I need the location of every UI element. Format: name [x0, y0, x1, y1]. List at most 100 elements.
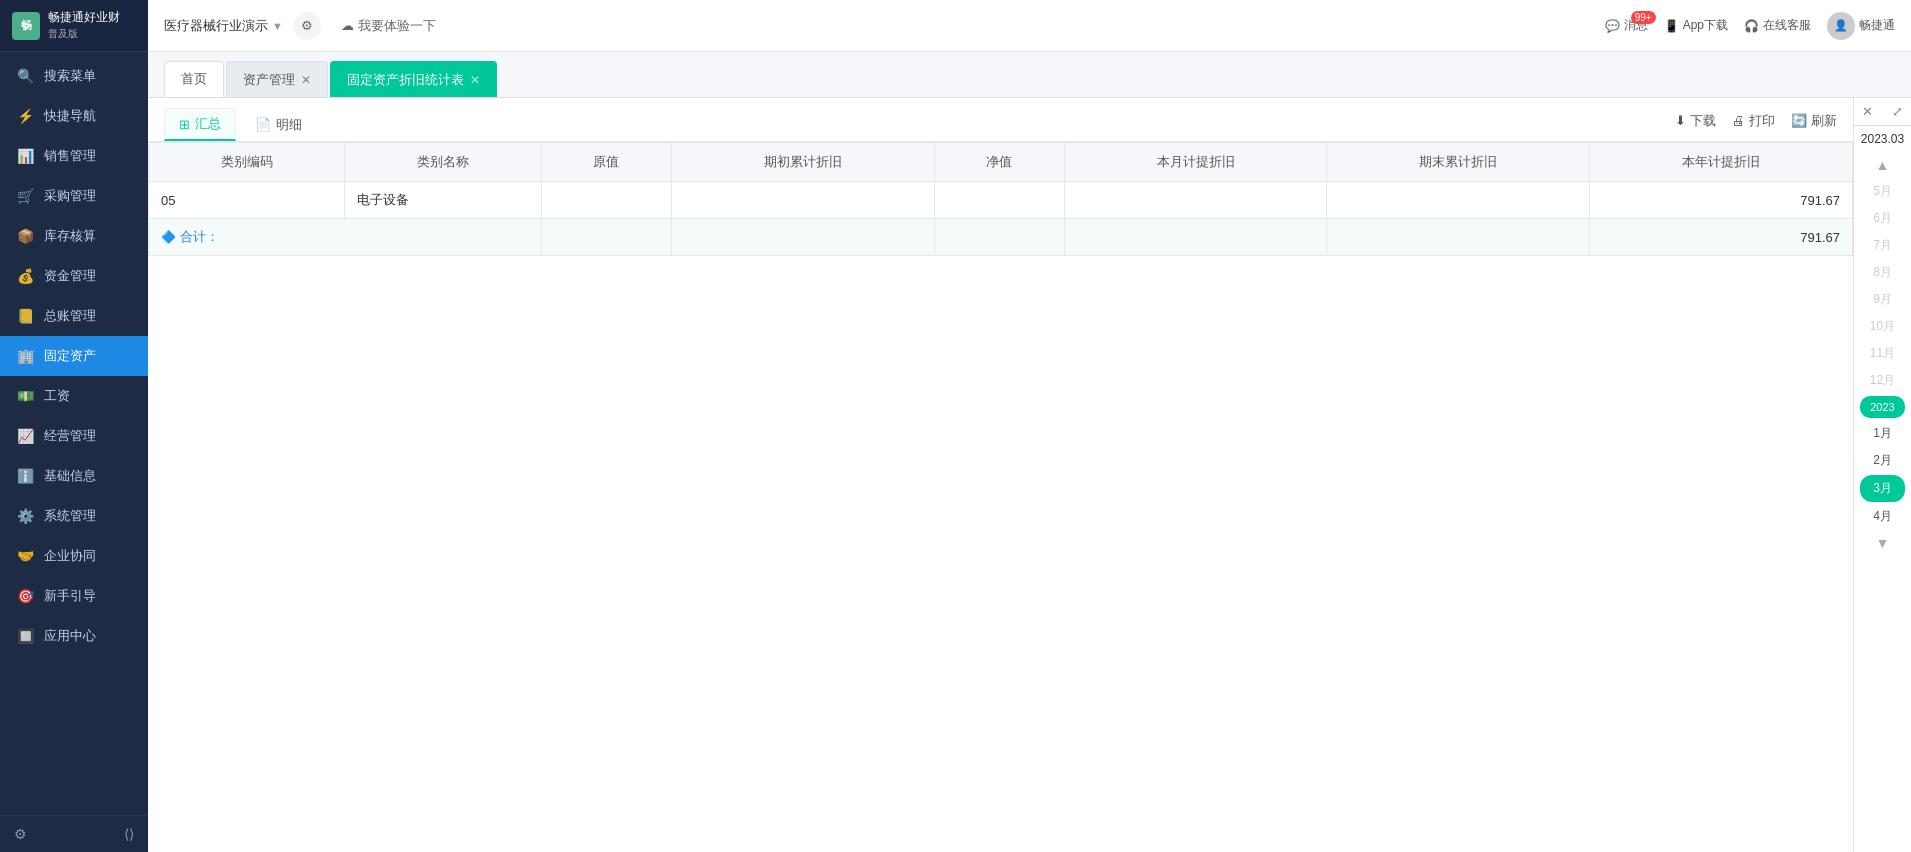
sidebar-item-sales[interactable]: 📊 销售管理 — [0, 136, 148, 176]
close-tab-depreciation[interactable]: ✕ — [470, 73, 480, 87]
col-net-value: 净值 — [934, 143, 1064, 182]
depreciation-tab-label: 固定资产折旧统计表 — [347, 71, 464, 89]
app-download-label: App下载 — [1683, 17, 1728, 34]
sidebar-item-label: 经营管理 — [44, 427, 96, 445]
month-item[interactable]: 8月 — [1854, 259, 1911, 286]
month-item[interactable]: 12月 — [1854, 367, 1911, 394]
app-download-button[interactable]: 📱 App下载 — [1664, 17, 1728, 34]
row-original — [541, 182, 671, 219]
logo-name: 畅捷通好业财 — [48, 10, 120, 26]
print-icon: 🖨 — [1732, 113, 1745, 128]
summary-icon: ⊞ — [179, 117, 190, 132]
detail-label: 明细 — [276, 116, 302, 134]
settings-icon[interactable]: ⚙ — [14, 826, 27, 842]
col-original: 原值 — [541, 143, 671, 182]
sidebar-item-label: 系统管理 — [44, 507, 96, 525]
sidebar-item-operations[interactable]: 📈 经营管理 — [0, 416, 148, 456]
operations-icon: 📈 — [16, 427, 34, 445]
topbar-settings-button[interactable]: ⚙ — [293, 12, 321, 40]
chevron-down-icon: ▼ — [272, 20, 283, 32]
experience-button[interactable]: ☁ 我要体验一下 — [341, 17, 436, 35]
sub-tabs-left: ⊞ 汇总 📄 明细 — [164, 108, 317, 141]
month-item[interactable]: 6月 — [1854, 205, 1911, 232]
purchase-icon: 🛒 — [16, 187, 34, 205]
table-header-row: 类别编码 类别名称 原值 期初累计折旧 净值 本月计提折旧 期末累计折旧 本年计… — [149, 143, 1853, 182]
col-period-accum: 期初累计折旧 — [671, 143, 934, 182]
sub-tab-detail[interactable]: 📄 明细 — [240, 108, 317, 141]
sidebar-item-basics[interactable]: ℹ️ 基础信息 — [0, 456, 148, 496]
tab-home[interactable]: 首页 — [164, 61, 224, 97]
sidebar-item-app-center[interactable]: 🔲 应用中心 — [0, 616, 148, 656]
sidebar-item-general-ledger[interactable]: 📒 总账管理 — [0, 296, 148, 336]
company-selector[interactable]: 医疗器械行业演示 ▼ — [164, 17, 283, 35]
sidebar-item-label: 应用中心 — [44, 627, 96, 645]
collapse-icon[interactable]: ⟨⟩ — [124, 826, 134, 842]
refresh-icon: 🔄 — [1791, 113, 1807, 128]
right-panel-header: ✕ ⤢ — [1854, 98, 1911, 126]
sidebar-item-inventory[interactable]: 📦 库存核算 — [0, 216, 148, 256]
depreciation-table: 类别编码 类别名称 原值 期初累计折旧 净值 本月计提折旧 期末累计折旧 本年计… — [148, 142, 1853, 256]
sidebar-footer: ⚙ ⟨⟩ — [0, 815, 148, 852]
close-panel-icon[interactable]: ✕ — [1862, 104, 1873, 119]
sidebar-item-finance[interactable]: 💰 资金管理 — [0, 256, 148, 296]
general-ledger-icon: 📒 — [16, 307, 34, 325]
table-container: 类别编码 类别名称 原值 期初累计折旧 净值 本月计提折旧 期末累计折旧 本年计… — [148, 142, 1853, 852]
sidebar-item-search[interactable]: 🔍 搜索菜单 — [0, 56, 148, 96]
total-net-value — [934, 219, 1064, 256]
sidebar-item-quick-nav[interactable]: ⚡ 快捷导航 — [0, 96, 148, 136]
fixed-assets-icon: 🏢 — [16, 347, 34, 365]
scroll-up-button[interactable]: ▲ — [1854, 152, 1911, 178]
total-original — [541, 219, 671, 256]
sidebar-item-fixed-assets[interactable]: 🏢 固定资产 — [0, 336, 148, 376]
sidebar-item-purchase[interactable]: 🛒 采购管理 — [0, 176, 148, 216]
total-period-accum — [671, 219, 934, 256]
date-label: 2023.03 — [1853, 126, 1911, 152]
sidebar-item-label: 销售管理 — [44, 147, 96, 165]
month-item[interactable]: 9月 — [1854, 286, 1911, 313]
customer-service-button[interactable]: 🎧 在线客服 — [1744, 17, 1811, 34]
row-net-value — [934, 182, 1064, 219]
month-item[interactable]: 10月 — [1854, 313, 1911, 340]
month-item-jan[interactable]: 1月 — [1854, 420, 1911, 447]
tab-asset-mgmt[interactable]: 资产管理 ✕ — [226, 61, 328, 97]
headset-icon: 🎧 — [1744, 19, 1759, 33]
year-2023-label: 2023 — [1860, 396, 1905, 418]
sidebar-item-label: 库存核算 — [44, 227, 96, 245]
month-item-feb[interactable]: 2月 — [1854, 447, 1911, 474]
print-button[interactable]: 🖨 打印 — [1732, 112, 1775, 130]
month-item-apr[interactable]: 4月 — [1854, 503, 1911, 530]
row-year-deprec: 791.67 — [1590, 182, 1853, 219]
refresh-button[interactable]: 🔄 刷新 — [1791, 112, 1837, 130]
sidebar: 畅 畅捷通好业财 普及版 🔍 搜索菜单 ⚡ 快捷导航 📊 销售管理 🛒 采购管理… — [0, 0, 148, 852]
logo-version: 普及版 — [48, 27, 120, 41]
message-icon: 💬 — [1605, 19, 1620, 33]
month-item[interactable]: 5月 — [1854, 178, 1911, 205]
month-item[interactable]: 11月 — [1854, 340, 1911, 367]
scroll-down-button[interactable]: ▼ — [1854, 530, 1911, 556]
month-list: ▲ 5月 6月 7月 8月 9月 10月 11月 12月 2023 1月 2月 … — [1854, 152, 1911, 842]
sidebar-item-label: 固定资产 — [44, 347, 96, 365]
month-item[interactable]: 7月 — [1854, 232, 1911, 259]
total-icon: 🔷 — [161, 230, 176, 244]
sidebar-item-system[interactable]: ⚙️ 系统管理 — [0, 496, 148, 536]
total-year-deprec: 791.67 — [1590, 219, 1853, 256]
close-tab-asset-mgmt[interactable]: ✕ — [301, 73, 311, 87]
sidebar-item-guide[interactable]: 🎯 新手引导 — [0, 576, 148, 616]
sidebar-item-enterprise[interactable]: 🤝 企业协同 — [0, 536, 148, 576]
row-period-accum — [671, 182, 934, 219]
guide-icon: 🎯 — [16, 587, 34, 605]
download-button[interactable]: ⬇ 下载 — [1675, 112, 1716, 130]
user-menu[interactable]: 👤 畅捷通 — [1827, 12, 1895, 40]
table-row[interactable]: 05 电子设备 791.67 — [149, 182, 1853, 219]
tab-depreciation[interactable]: 固定资产折旧统计表 ✕ — [330, 61, 497, 97]
expand-panel-icon[interactable]: ⤢ — [1892, 104, 1903, 119]
sub-tabs-actions: ⬇ 下载 🖨 打印 🔄 刷新 — [1675, 112, 1837, 138]
month-item-mar[interactable]: 3月 — [1860, 475, 1905, 502]
finance-icon: 💰 — [16, 267, 34, 285]
sidebar-item-label: 搜索菜单 — [44, 67, 96, 85]
messages-button[interactable]: 💬 消息 99+ — [1605, 17, 1648, 34]
sub-tab-summary[interactable]: ⊞ 汇总 — [164, 108, 236, 141]
sidebar-item-label: 工资 — [44, 387, 70, 405]
sidebar-item-label: 企业协同 — [44, 547, 96, 565]
sidebar-item-payroll[interactable]: 💵 工资 — [0, 376, 148, 416]
